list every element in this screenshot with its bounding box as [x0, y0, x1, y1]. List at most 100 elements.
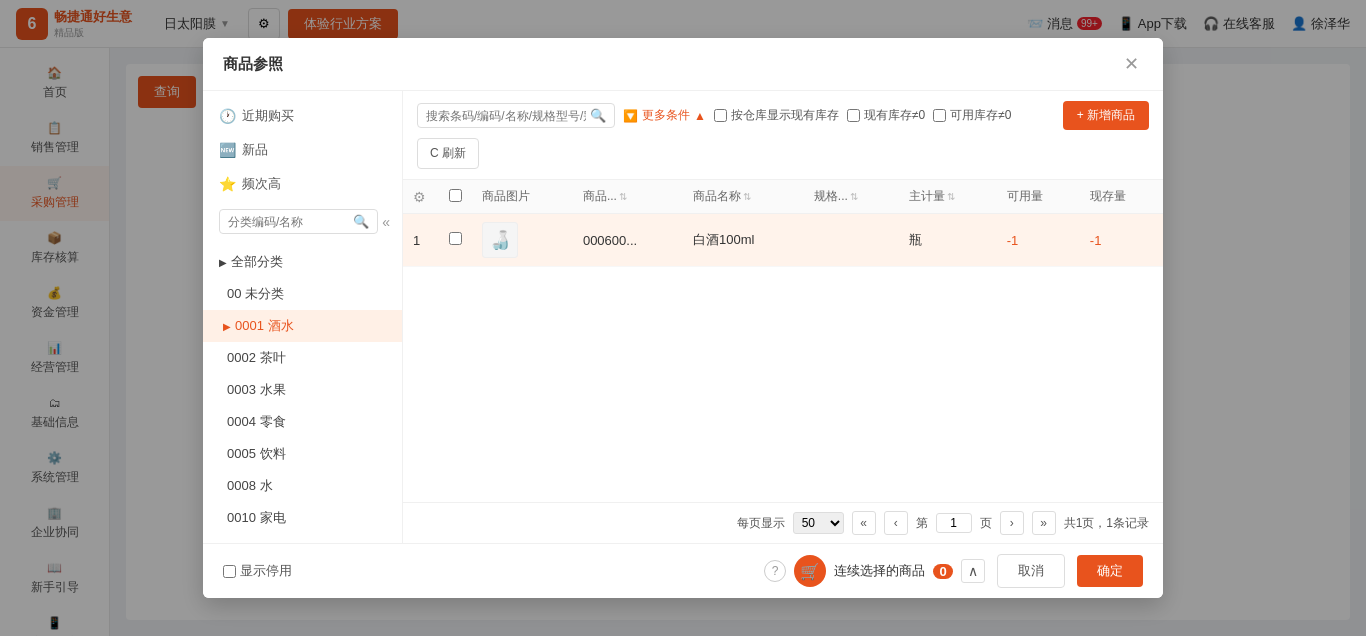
- td-image: 🍶: [472, 214, 573, 267]
- th-available: 可用量: [997, 180, 1080, 214]
- sort-icon-unit: ⇅: [947, 191, 955, 202]
- pagination-area: 每页显示 20 50 100 « ‹ 第 页 ›: [403, 502, 1163, 543]
- modal-close-button[interactable]: ✕: [1119, 52, 1143, 76]
- arrow-right-icon: ▶: [219, 257, 227, 268]
- modal-header: 商品参照 ✕: [203, 38, 1163, 91]
- category-search-box[interactable]: 🔍: [219, 209, 378, 234]
- nonzero-avail-checkbox[interactable]: 可用库存≠0: [933, 107, 1011, 124]
- td-checkbox[interactable]: [439, 214, 472, 267]
- page-label2: 页: [980, 515, 992, 532]
- nonzero-avail-input[interactable]: [933, 109, 946, 122]
- th-checkbox: [439, 180, 472, 214]
- category-all[interactable]: ▶ 全部分类: [203, 246, 402, 278]
- page-size-label: 每页显示: [737, 515, 785, 532]
- cart-count: 0: [933, 564, 953, 579]
- th-spec: 规格... ⇅: [804, 180, 899, 214]
- new-icon: 🆕: [219, 142, 236, 158]
- product-table-wrap: ⚙ 商品图片: [403, 180, 1163, 502]
- td-spec: [804, 214, 899, 267]
- category-tea[interactable]: 0002 茶叶: [203, 342, 402, 374]
- table-header-row: ⚙ 商品图片: [403, 180, 1163, 214]
- th-unit: 主计量 ⇅: [899, 180, 997, 214]
- td-unit: 瓶: [899, 214, 997, 267]
- category-search-icon[interactable]: 🔍: [353, 214, 369, 229]
- product-search-input[interactable]: [426, 109, 586, 123]
- clock-icon: 🕐: [219, 108, 236, 124]
- modal-overlay: 商品参照 ✕ 🕐 近期购买 🆕 新品: [0, 0, 1366, 636]
- nonzero-stock-input[interactable]: [847, 109, 860, 122]
- last-page-button[interactable]: »: [1032, 511, 1056, 535]
- frequent-button[interactable]: ⭐ 频次高: [203, 167, 402, 201]
- filter-icon: 🔽: [623, 109, 638, 123]
- new-product-button[interactable]: 🆕 新品: [203, 133, 402, 167]
- show-warehouse-stock-checkbox[interactable]: 按仓库显示现有库存: [714, 107, 839, 124]
- sort-icon-name: ⇅: [743, 191, 751, 202]
- confirm-button[interactable]: 确定: [1077, 555, 1143, 587]
- cancel-button[interactable]: 取消: [997, 554, 1065, 588]
- category-liquor[interactable]: ▶ 0001 酒水: [203, 310, 402, 342]
- product-search-icon[interactable]: 🔍: [590, 108, 606, 123]
- column-settings-icon[interactable]: ⚙: [413, 189, 426, 205]
- main-content-area: 查询 设置 刷新 商品参照 ✕ 🕐: [110, 48, 1366, 636]
- category-uncategorized[interactable]: 00 未分类: [203, 278, 402, 310]
- category-list: ▶ 全部分类 00 未分类 ▶ 0001 酒水 0002 茶: [203, 242, 402, 538]
- th-stock: 现存量: [1080, 180, 1163, 214]
- refresh-button[interactable]: C 刷新: [417, 138, 479, 169]
- cart-area: ? 🛒 连续选择的商品 0 ∧: [764, 555, 985, 587]
- chevron-up-icon: ▲: [694, 109, 706, 123]
- th-settings: ⚙: [403, 180, 439, 214]
- modal-title: 商品参照: [223, 55, 283, 74]
- next-page-button[interactable]: ›: [1000, 511, 1024, 535]
- category-water[interactable]: 0008 水: [203, 470, 402, 502]
- category-snack[interactable]: 0004 零食: [203, 406, 402, 438]
- current-page-input[interactable]: [936, 513, 972, 533]
- category-beverage[interactable]: 0005 饮料: [203, 438, 402, 470]
- modal-right-panel: 🔍 🔽 更多条件 ▲ 按仓库显示现有库存: [403, 91, 1163, 543]
- add-product-button[interactable]: + 新增商品: [1063, 101, 1149, 130]
- modal-footer: 显示停用 ? 🛒 连续选择的商品 0 ∧ 取消 确定: [203, 543, 1163, 598]
- total-info: 共1页，1条记录: [1064, 515, 1149, 532]
- modal-body: 🕐 近期购买 🆕 新品 ⭐ 频次高: [203, 91, 1163, 543]
- nonzero-stock-checkbox[interactable]: 现有库存≠0: [847, 107, 925, 124]
- first-page-button[interactable]: «: [852, 511, 876, 535]
- product-table: ⚙ 商品图片: [403, 180, 1163, 267]
- table-row[interactable]: 1 🍶: [403, 214, 1163, 267]
- cart-collapse-button[interactable]: ∧: [961, 559, 985, 583]
- modal-toolbar: 🔍 🔽 更多条件 ▲ 按仓库显示现有库存: [403, 91, 1163, 180]
- collapse-left-button[interactable]: «: [378, 210, 394, 234]
- star-icon: ⭐: [219, 176, 236, 192]
- arrow-down-icon: ▶: [223, 321, 231, 332]
- select-all-checkbox[interactable]: [449, 189, 462, 202]
- help-icon[interactable]: ?: [764, 560, 786, 582]
- sort-icon: ⇅: [619, 191, 627, 202]
- th-image: 商品图片: [472, 180, 573, 214]
- prev-page-button[interactable]: ‹: [884, 511, 908, 535]
- th-code: 商品... ⇅: [573, 180, 683, 214]
- td-code: 000600...: [573, 214, 683, 267]
- recent-buy-button[interactable]: 🕐 近期购买: [203, 99, 402, 133]
- more-filter-button[interactable]: 🔽 更多条件 ▲: [623, 107, 706, 124]
- td-no: 1: [403, 214, 439, 267]
- td-stock: -1: [1080, 214, 1163, 267]
- product-thumbnail: 🍶: [482, 222, 518, 258]
- category-search-input[interactable]: [228, 215, 353, 229]
- show-disabled-checkbox[interactable]: 显示停用: [223, 562, 292, 580]
- show-disabled-input[interactable]: [223, 565, 236, 578]
- category-appliance[interactable]: 0010 家电: [203, 502, 402, 534]
- page-size-select[interactable]: 20 50 100: [793, 512, 844, 534]
- product-reference-modal: 商品参照 ✕ 🕐 近期购买 🆕 新品: [203, 38, 1163, 598]
- show-warehouse-stock-input[interactable]: [714, 109, 727, 122]
- page-label: 第: [916, 515, 928, 532]
- row-checkbox[interactable]: [449, 232, 462, 245]
- sort-icon-spec: ⇅: [850, 191, 858, 202]
- modal-left-panel: 🕐 近期购买 🆕 新品 ⭐ 频次高: [203, 91, 403, 543]
- th-name: 商品名称 ⇅: [683, 180, 804, 214]
- cart-icon[interactable]: 🛒: [794, 555, 826, 587]
- category-fruit[interactable]: 0003 水果: [203, 374, 402, 406]
- td-available: -1: [997, 214, 1080, 267]
- product-search-box[interactable]: 🔍: [417, 103, 615, 128]
- table-body: 1 🍶: [403, 214, 1163, 267]
- main-layout: 🏠 首页 📋 销售管理 🛒 采购管理 📦 库存核算 💰 资金管理 📊 经营管理 …: [0, 48, 1366, 636]
- td-name: 白酒100ml: [683, 214, 804, 267]
- cart-label: 连续选择的商品: [834, 562, 925, 580]
